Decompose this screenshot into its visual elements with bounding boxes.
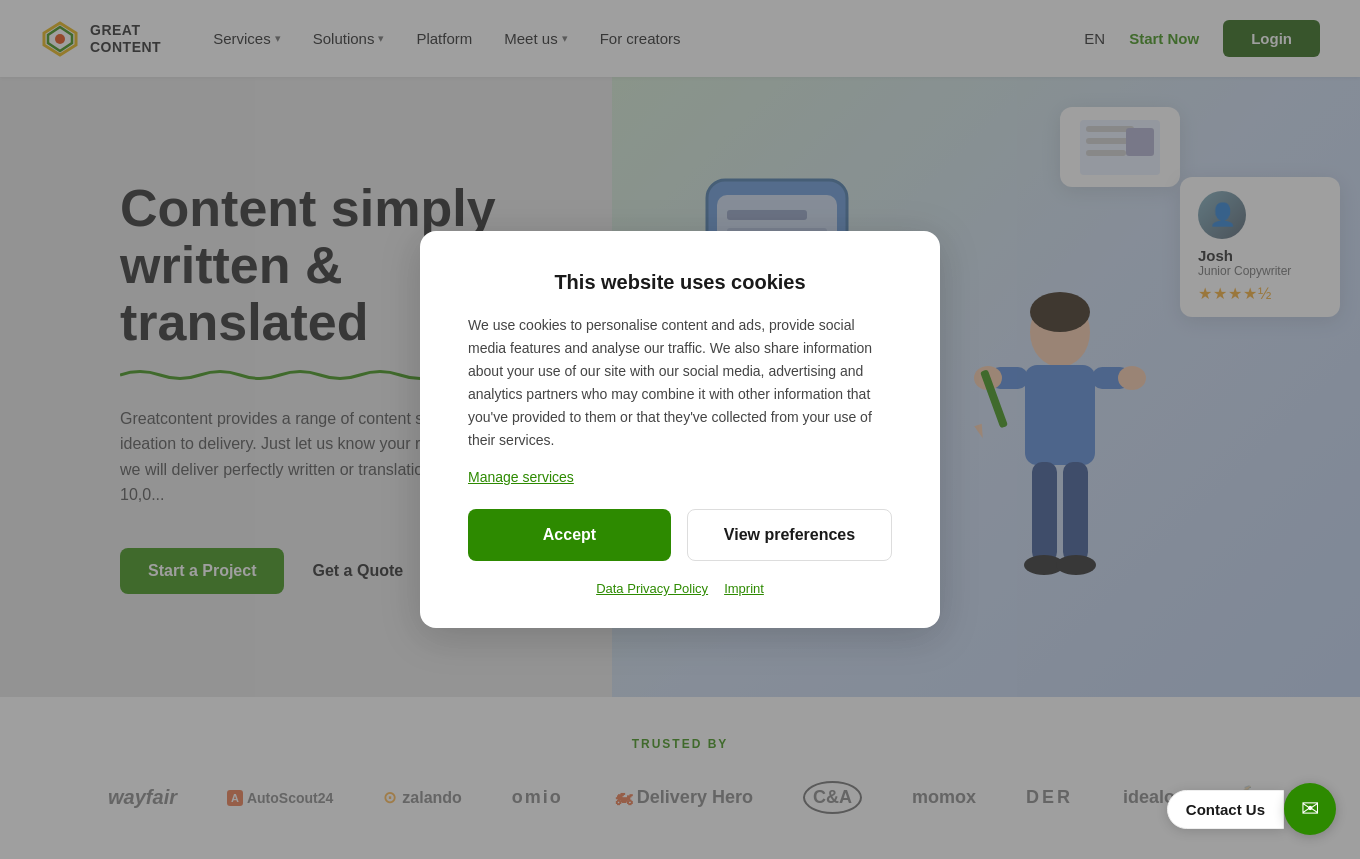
cookie-modal: This website uses cookies We use cookies…	[420, 231, 940, 629]
accept-button[interactable]: Accept	[468, 509, 671, 561]
modal-body-text: We use cookies to personalise content an…	[468, 314, 892, 453]
modal-footer-links: Data Privacy Policy Imprint	[468, 581, 892, 596]
contact-fab: Contact Us ✉	[1167, 783, 1336, 835]
privacy-policy-link[interactable]: Data Privacy Policy	[596, 581, 708, 596]
modal-title: This website uses cookies	[468, 271, 892, 294]
view-preferences-button[interactable]: View preferences	[687, 509, 892, 561]
modal-buttons: Accept View preferences	[468, 509, 892, 561]
mail-icon: ✉	[1301, 796, 1319, 822]
contact-button[interactable]: ✉	[1284, 783, 1336, 835]
cookie-overlay: This website uses cookies We use cookies…	[0, 0, 1360, 859]
manage-services-link[interactable]: Manage services	[468, 469, 574, 485]
contact-label: Contact Us	[1167, 790, 1284, 829]
imprint-link[interactable]: Imprint	[724, 581, 764, 596]
